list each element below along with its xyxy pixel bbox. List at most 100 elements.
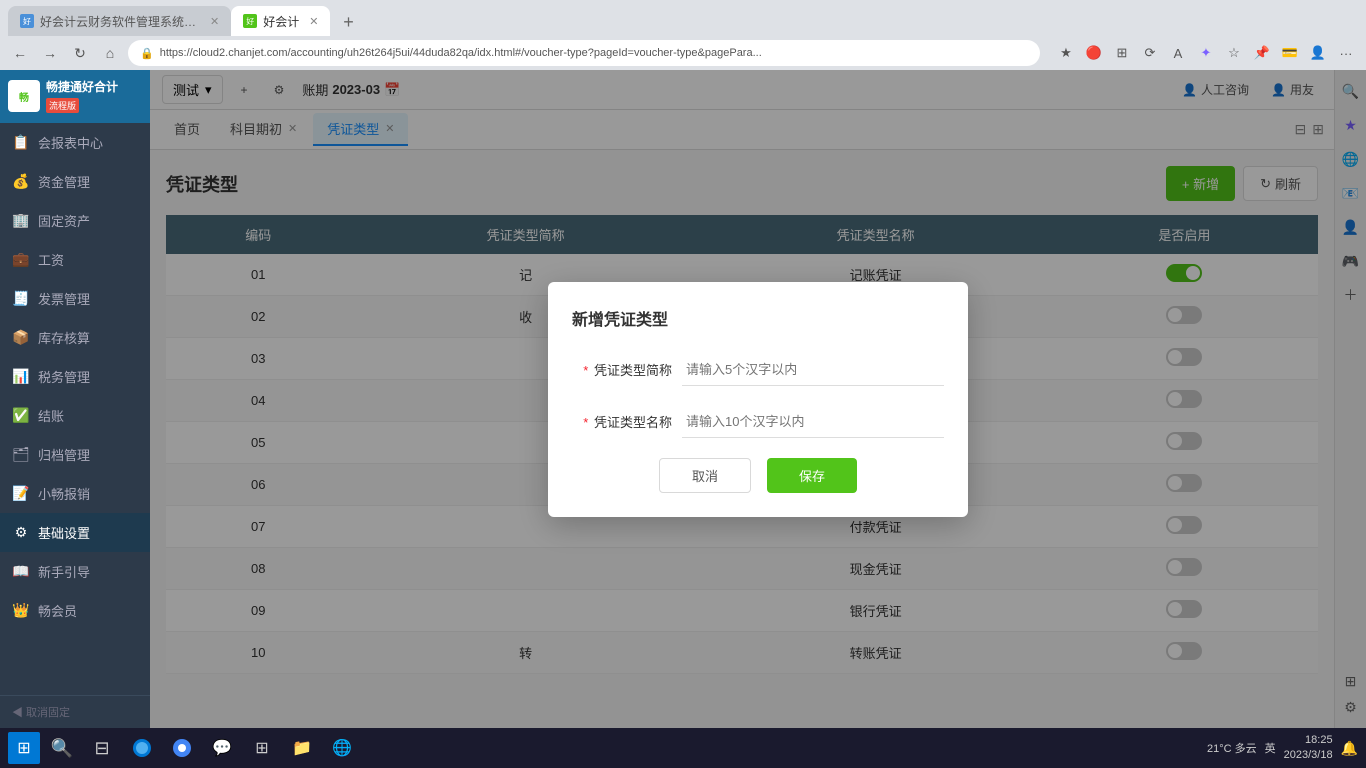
- sidebar-label-settlement: 结账: [38, 406, 64, 425]
- browser-chrome: 好 好会计云财务软件管理系统_会计 ✕ 好 好会计 ✕ + ← → ↻ ⌂ 🔒 …: [0, 0, 1366, 70]
- sidebar-item-funds[interactable]: 💰 资金管理: [0, 162, 150, 201]
- sidebar-label-settings: 基础设置: [38, 523, 90, 542]
- taskbar-search[interactable]: 🔍: [44, 730, 80, 766]
- sidebar-label-member: 畅会员: [38, 601, 77, 620]
- sidebar-label-expense: 小畅报销: [38, 484, 90, 503]
- copilot-icon[interactable]: ✦: [1194, 41, 1218, 65]
- sidebar-items: 📋 会报表中心 💰 资金管理 🏢 固定资产 💼 工资 🧾 发票管理 📦: [0, 123, 150, 695]
- invoice-icon: 🧾: [12, 289, 30, 307]
- modal-overlay: 新增凭证类型 * 凭证类型简称 * 凭证类型名称 取消 保存: [150, 70, 1366, 728]
- notification-icon[interactable]: 🔔: [1341, 740, 1358, 757]
- start-button[interactable]: ⊞: [8, 732, 40, 764]
- sidebar-label-tax: 税务管理: [38, 367, 90, 386]
- user-profile-icon[interactable]: 👤: [1306, 41, 1330, 65]
- forward-button[interactable]: →: [38, 41, 62, 65]
- address-text: https://cloud2.chanjet.com/accounting/uh…: [160, 47, 762, 59]
- guide-icon: 📖: [12, 562, 30, 580]
- sidebar-item-invoice[interactable]: 🧾 发票管理: [0, 279, 150, 318]
- favorites-icon[interactable]: ☆: [1222, 41, 1246, 65]
- short-name-input[interactable]: [682, 354, 944, 386]
- tab-favicon-1: 好: [20, 14, 34, 28]
- dashboard-icon: 📋: [12, 133, 30, 151]
- save-button[interactable]: 保存: [767, 458, 857, 493]
- sidebar-label-dashboard: 会报表中心: [38, 133, 103, 152]
- logo-badge: 流程版: [46, 98, 79, 113]
- full-name-input[interactable]: [682, 406, 944, 438]
- profile-icon[interactable]: ⟳: [1138, 41, 1162, 65]
- new-tab-button[interactable]: +: [334, 8, 362, 36]
- taskbar-input-method: 英: [1265, 740, 1276, 756]
- taskbar-chrome[interactable]: [164, 730, 200, 766]
- sidebar-item-tax[interactable]: 📊 税务管理: [0, 357, 150, 396]
- sidebar-label-funds: 资金管理: [38, 172, 90, 191]
- address-input[interactable]: 🔒 https://cloud2.chanjet.com/accounting/…: [128, 40, 1040, 66]
- time-display: 18:25 2023/3/18: [1284, 733, 1333, 764]
- browser-tab-1[interactable]: 好 好会计云财务软件管理系统_会计 ✕: [8, 6, 231, 36]
- modal-footer: 取消 保存: [572, 458, 944, 493]
- sidebar-item-guide[interactable]: 📖 新手引导: [0, 552, 150, 591]
- browser-toolbar: ★ 🔴 ⊞ ⟳ A ✦ ☆ 📌 💳 👤 ···: [1054, 41, 1358, 65]
- logo-text: 畅捷通好合计: [46, 80, 118, 96]
- taskbar: ⊞ 🔍 ⊟ 💬 ⊞ 📁 🌐 21°C 多云 英 18:25 2023/3/18 …: [0, 728, 1366, 768]
- tab-title-1: 好会计云财务软件管理系统_会计: [40, 13, 200, 30]
- taskbar-view[interactable]: ⊟: [84, 730, 120, 766]
- taskbar-weather: 21°C 多云: [1207, 740, 1257, 756]
- tab-close-1[interactable]: ✕: [210, 15, 219, 28]
- taskbar-right: 21°C 多云 英 18:25 2023/3/18 🔔: [1207, 733, 1358, 764]
- sidebar-item-assets[interactable]: 🏢 固定资产: [0, 201, 150, 240]
- inventory-icon: 📦: [12, 328, 30, 346]
- menu-icon[interactable]: ···: [1334, 41, 1358, 65]
- new-voucher-modal: 新增凭证类型 * 凭证类型简称 * 凭证类型名称 取消 保存: [548, 282, 968, 517]
- salary-icon: 💼: [12, 250, 30, 268]
- full-name-label: * 凭证类型名称: [572, 412, 672, 431]
- sidebar-label-invoice: 发票管理: [38, 289, 90, 308]
- sidebar-item-expense[interactable]: 📝 小畅报销: [0, 474, 150, 513]
- sidebar-item-settlement[interactable]: ✅ 结账: [0, 396, 150, 435]
- home-button[interactable]: ⌂: [98, 41, 122, 65]
- taskbar-files[interactable]: 📁: [284, 730, 320, 766]
- extension-icon[interactable]: 🔴: [1082, 41, 1106, 65]
- cancel-button[interactable]: 取消: [659, 458, 751, 493]
- settlement-icon: ✅: [12, 406, 30, 424]
- sidebar-label-salary: 工资: [38, 250, 64, 269]
- add-ext-icon[interactable]: ⊞: [1110, 41, 1134, 65]
- address-bar: ← → ↻ ⌂ 🔒 https://cloud2.chanjet.com/acc…: [0, 36, 1366, 70]
- refresh-button[interactable]: ↻: [68, 41, 92, 65]
- sidebar-label-archive: 归档管理: [38, 445, 90, 464]
- browser-tab-2[interactable]: 好 好会计 ✕: [231, 6, 330, 36]
- required-star-2: *: [583, 415, 588, 430]
- sidebar-item-member[interactable]: 👑 畅会员: [0, 591, 150, 630]
- archive-icon: 🗂: [12, 445, 30, 463]
- wallet-icon[interactable]: 💳: [1278, 41, 1302, 65]
- sidebar-item-inventory[interactable]: 📦 库存核算: [0, 318, 150, 357]
- taskbar-browser2[interactable]: 🌐: [324, 730, 360, 766]
- date-display: 2023/3/18: [1284, 748, 1333, 763]
- sidebar-unpin[interactable]: ◀ 取消固定: [0, 695, 150, 728]
- logo-icon: 畅: [8, 80, 40, 112]
- taskbar-edge[interactable]: [124, 730, 160, 766]
- tab-close-2[interactable]: ✕: [309, 15, 318, 28]
- funds-icon: 💰: [12, 172, 30, 190]
- short-name-label: * 凭证类型简称: [572, 360, 672, 379]
- full-name-row: * 凭证类型名称: [572, 406, 944, 438]
- taskbar-wechat[interactable]: 💬: [204, 730, 240, 766]
- back-button[interactable]: ←: [8, 41, 32, 65]
- sidebar: 畅 畅捷通好合计 流程版 📋 会报表中心 💰 资金管理 🏢 固定资产 💼: [0, 70, 150, 728]
- tab-title-2: 好会计: [263, 13, 299, 30]
- sidebar-label-inventory: 库存核算: [38, 328, 90, 347]
- settings-icon: ⚙: [12, 523, 30, 541]
- sidebar-item-dashboard[interactable]: 📋 会报表中心: [0, 123, 150, 162]
- sidebar-item-settings[interactable]: ⚙ 基础设置: [0, 513, 150, 552]
- sidebar-item-salary[interactable]: 💼 工资: [0, 240, 150, 279]
- sidebar-item-archive[interactable]: 🗂 归档管理: [0, 435, 150, 474]
- translate-icon[interactable]: A: [1166, 41, 1190, 65]
- unpin-label: ◀ 取消固定: [12, 704, 70, 720]
- clock: 18:25: [1284, 733, 1333, 748]
- short-name-row: * 凭证类型简称: [572, 354, 944, 386]
- taskbar-apps[interactable]: ⊞: [244, 730, 280, 766]
- member-icon: 👑: [12, 601, 30, 619]
- lock-icon: 🔒: [140, 47, 154, 60]
- pin-icon[interactable]: 📌: [1250, 41, 1274, 65]
- tax-icon: 📊: [12, 367, 30, 385]
- bookmark-icon[interactable]: ★: [1054, 41, 1078, 65]
